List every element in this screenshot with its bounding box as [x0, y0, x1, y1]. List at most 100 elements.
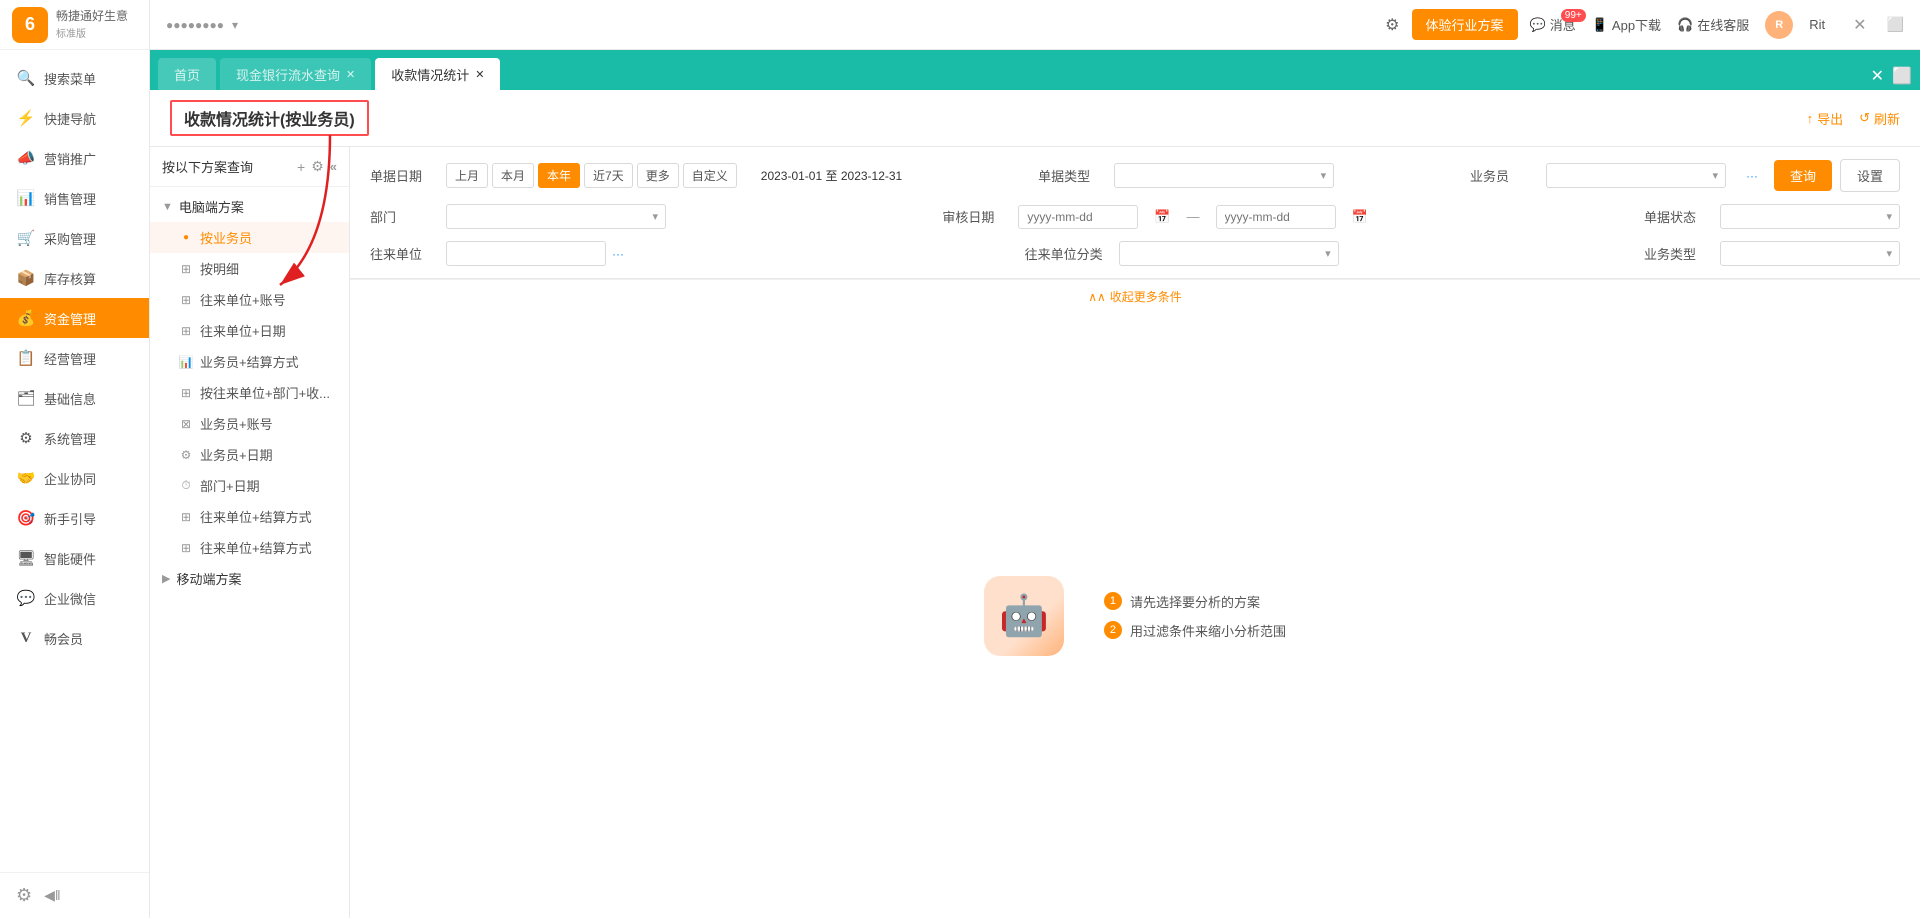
- sidebar-item-inventory[interactable]: 📦 库存核算: [0, 258, 149, 298]
- tree-item-by-detail[interactable]: ⊞ 按明细: [150, 253, 349, 284]
- sidebar-item-sales[interactable]: 📊 销售管理: [0, 178, 149, 218]
- message-icon: 💬: [1530, 17, 1546, 33]
- sidebar-item-member[interactable]: V 畅会员: [0, 618, 149, 658]
- tree-item-unit-settlement1[interactable]: ⊞ 往来单位+结算方式: [150, 501, 349, 532]
- tree-item-salesman-settlement[interactable]: 📊 业务员+结算方式: [150, 346, 349, 377]
- operation-icon: 📋: [16, 348, 36, 368]
- filter-settings-button[interactable]: 设置: [1840, 159, 1900, 192]
- biz-type-select[interactable]: [1720, 241, 1900, 266]
- review-date-label: 审核日期: [942, 207, 1002, 226]
- more-btn[interactable]: 更多: [637, 163, 679, 188]
- shortcut-icon: ⚡: [16, 108, 36, 128]
- last-month-btn[interactable]: 上月: [446, 163, 488, 188]
- add-scheme-button[interactable]: +: [297, 159, 305, 175]
- page-title: 收款情况统计(按业务员): [170, 100, 369, 136]
- dept-select[interactable]: [446, 204, 666, 229]
- desktop-scheme-header[interactable]: ▼ 电脑端方案: [150, 191, 349, 222]
- tab-close-receivable-stat[interactable]: ✕: [475, 68, 484, 81]
- sidebar-item-hardware[interactable]: 🖥 智能硬件: [0, 538, 149, 578]
- tab-receivable-stat[interactable]: 收款情况统计 ✕: [375, 58, 500, 90]
- review-date-end-input[interactable]: [1216, 205, 1336, 229]
- sidebar-bottom: ⚙ ◀‖: [0, 872, 149, 918]
- this-year-btn[interactable]: 本年: [538, 163, 580, 188]
- mobile-scheme-group: ▶ 移动端方案: [150, 563, 349, 594]
- marketing-icon: 📣: [16, 148, 36, 168]
- review-date-start-icon[interactable]: 📅: [1154, 209, 1170, 225]
- window-close-btn[interactable]: ✕: [1871, 66, 1884, 86]
- collapse-icon: ∧∧: [1088, 290, 1106, 304]
- sidebar-item-finance[interactable]: 💰 资金管理: [0, 298, 149, 338]
- tab-close-bank-flow[interactable]: ✕: [346, 68, 355, 81]
- header-settings-icon[interactable]: ⚙: [1385, 15, 1399, 35]
- trial-button[interactable]: 体验行业方案: [1412, 9, 1518, 40]
- collapse-bar[interactable]: ∧∧ 收起更多条件: [350, 279, 1920, 313]
- detail-icon: ⊞: [178, 262, 194, 276]
- tree-item-by-salesman[interactable]: ● 按业务员: [150, 222, 349, 253]
- sidebar-item-marketing[interactable]: 📣 营销推广: [0, 138, 149, 178]
- right-panel: 单据日期 上月 本月 本年 近7天 更多 自定义 2023-01-01 至 20…: [350, 147, 1920, 918]
- review-date-start-input[interactable]: [1018, 205, 1138, 229]
- sidebar-item-basic[interactable]: 🗂 基础信息: [0, 378, 149, 418]
- salesman-label: 业务员: [1470, 166, 1530, 185]
- window-maximize-icon[interactable]: ⬜: [1887, 16, 1904, 33]
- sidebar-item-operation[interactable]: 📋 经营管理: [0, 338, 149, 378]
- sidebar-collapse-icon[interactable]: ◀‖: [44, 887, 61, 904]
- step-num-2: 2: [1104, 621, 1122, 639]
- messages-button[interactable]: 💬 消息 99+: [1530, 15, 1576, 34]
- unit-category-select[interactable]: [1119, 241, 1339, 266]
- sidebar-settings-icon[interactable]: ⚙: [16, 885, 32, 906]
- online-service-button[interactable]: 🎧 在线客服: [1677, 15, 1749, 34]
- tab-bar: 首页 现金银行流水查询 ✕ 收款情况统计 ✕ ✕ ⬜: [150, 50, 1920, 90]
- custom-btn[interactable]: 自定义: [683, 163, 737, 188]
- sidebar-item-guide[interactable]: 🎯 新手引导: [0, 498, 149, 538]
- app-header: ●●●●●●●● ▾ ⚙ 体验行业方案 💬 消息 99+ 📱 App下载 🎧 在…: [150, 0, 1920, 50]
- tab-bank-flow[interactable]: 现金银行流水查询 ✕: [220, 58, 371, 90]
- salesman-more-btn[interactable]: ···: [1746, 169, 1758, 183]
- panel-collapse-button[interactable]: «: [330, 159, 337, 174]
- dept-select-wrapper: [446, 204, 666, 229]
- sidebar-item-wechat[interactable]: 💬 企业微信: [0, 578, 149, 618]
- sidebar-item-purchase[interactable]: 🛒 采购管理: [0, 218, 149, 258]
- tree-item-unit-date[interactable]: ⊞ 往来单位+日期: [150, 315, 349, 346]
- unit-more-btn[interactable]: ···: [612, 247, 624, 261]
- 7days-btn[interactable]: 近7天: [584, 163, 633, 188]
- member-icon: V: [16, 628, 36, 648]
- mobile-scheme-header[interactable]: ▶ 移动端方案: [150, 563, 349, 594]
- salesman-select[interactable]: [1546, 163, 1726, 188]
- tree-item-salesman-account[interactable]: ⊠ 业务员+账号: [150, 408, 349, 439]
- search-icon: 🔍: [16, 68, 36, 88]
- breadcrumb-chevron-icon[interactable]: ▾: [232, 18, 238, 32]
- window-expand-btn[interactable]: ⬜: [1892, 66, 1912, 86]
- wechat-icon: 💬: [16, 588, 36, 608]
- page-header-right: ↑ 导出 ↺ 刷新: [1807, 109, 1900, 128]
- unit-input[interactable]: [446, 241, 606, 266]
- review-date-end-icon[interactable]: 📅: [1352, 209, 1368, 225]
- tree-item-salesman-date[interactable]: ⚙ 业务员+日期: [150, 439, 349, 470]
- sidebar-item-system[interactable]: ⚙ 系统管理: [0, 418, 149, 458]
- category-select[interactable]: [1114, 163, 1334, 188]
- tab-home[interactable]: 首页: [158, 58, 216, 90]
- tree-item-unit-account[interactable]: ⊞ 往来单位+账号: [150, 284, 349, 315]
- doc-status-select[interactable]: [1720, 204, 1900, 229]
- this-month-btn[interactable]: 本月: [492, 163, 534, 188]
- query-button[interactable]: 查询: [1774, 160, 1832, 191]
- tab-bar-controls: ✕ ⬜: [1871, 66, 1912, 90]
- export-button[interactable]: ↑ 导出: [1807, 109, 1844, 128]
- tree-item-dept-date[interactable]: ⏱ 部门+日期: [150, 470, 349, 501]
- tree-item-unit-settlement2[interactable]: ⊞ 往来单位+结算方式: [150, 532, 349, 563]
- scheme-settings-button[interactable]: ⚙: [311, 158, 324, 175]
- filter-row-3: 往来单位 ··· 往来单位分类 业务类型: [370, 241, 1900, 266]
- app-download-button[interactable]: 📱 App下载: [1592, 15, 1661, 34]
- app-download-icon: 📱: [1592, 17, 1608, 33]
- category-select-wrapper: [1114, 163, 1334, 188]
- sidebar-item-search[interactable]: 🔍 搜索菜单: [0, 58, 149, 98]
- sales-icon: 📊: [16, 188, 36, 208]
- category-label: 单据类型: [1038, 166, 1098, 185]
- user-avatar[interactable]: R: [1765, 11, 1793, 39]
- sidebar-item-enterprise[interactable]: 🤝 企业协同: [0, 458, 149, 498]
- sidebar-item-shortcut[interactable]: ⚡ 快捷导航: [0, 98, 149, 138]
- window-close-icon[interactable]: ✕: [1853, 15, 1866, 35]
- refresh-button[interactable]: ↺ 刷新: [1859, 109, 1900, 128]
- tree-item-unit-dept-income[interactable]: ⊞ 按往来单位+部门+收...: [150, 377, 349, 408]
- service-icon: 🎧: [1677, 17, 1693, 33]
